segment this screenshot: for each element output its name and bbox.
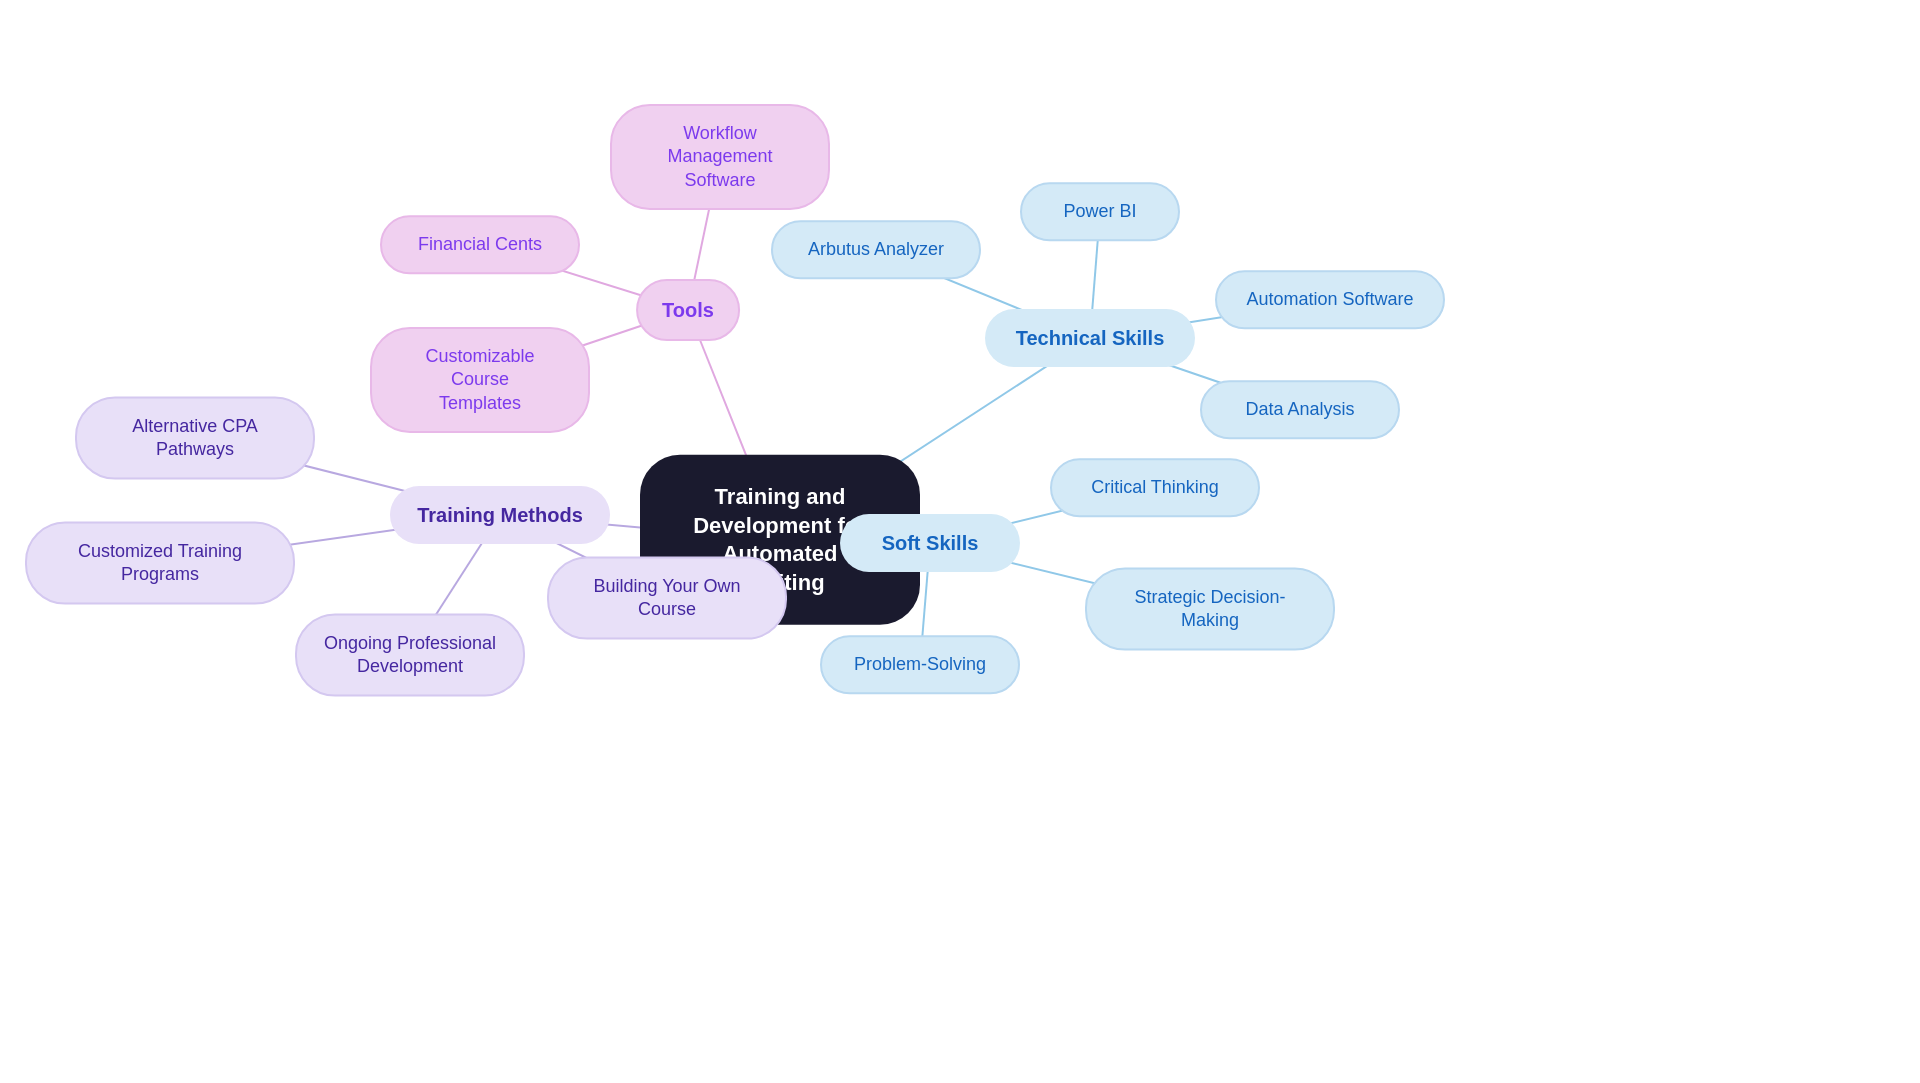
node-ongoing-professional: Ongoing ProfessionalDevelopment	[295, 614, 525, 697]
node-workflow-management: Workflow ManagementSoftware	[610, 104, 830, 210]
node-customized-training: Customized Training Programs	[25, 522, 295, 605]
node-strategic-decision: Strategic Decision-Making	[1085, 568, 1335, 651]
node-tools: Tools	[636, 279, 740, 341]
node-customizable-templates: Customizable CourseTemplates	[370, 327, 590, 433]
node-alternative-cpa: Alternative CPA Pathways	[75, 397, 315, 480]
node-arbutus: Arbutus Analyzer	[771, 220, 981, 279]
node-building-course: Building Your Own Course	[547, 557, 787, 640]
node-financial-cents: Financial Cents	[380, 215, 580, 274]
node-soft-skills: Soft Skills	[840, 514, 1020, 572]
node-training-methods: Training Methods	[390, 486, 610, 544]
node-critical-thinking: Critical Thinking	[1050, 458, 1260, 517]
node-automation-software: Automation Software	[1215, 270, 1445, 329]
node-problem-solving: Problem-Solving	[820, 635, 1020, 694]
node-technical-skills: Technical Skills	[985, 309, 1195, 367]
mind-map: Training and Development forAutomated Au…	[0, 0, 1920, 1083]
node-power-bi: Power BI	[1020, 182, 1180, 241]
node-data-analysis: Data Analysis	[1200, 380, 1400, 439]
